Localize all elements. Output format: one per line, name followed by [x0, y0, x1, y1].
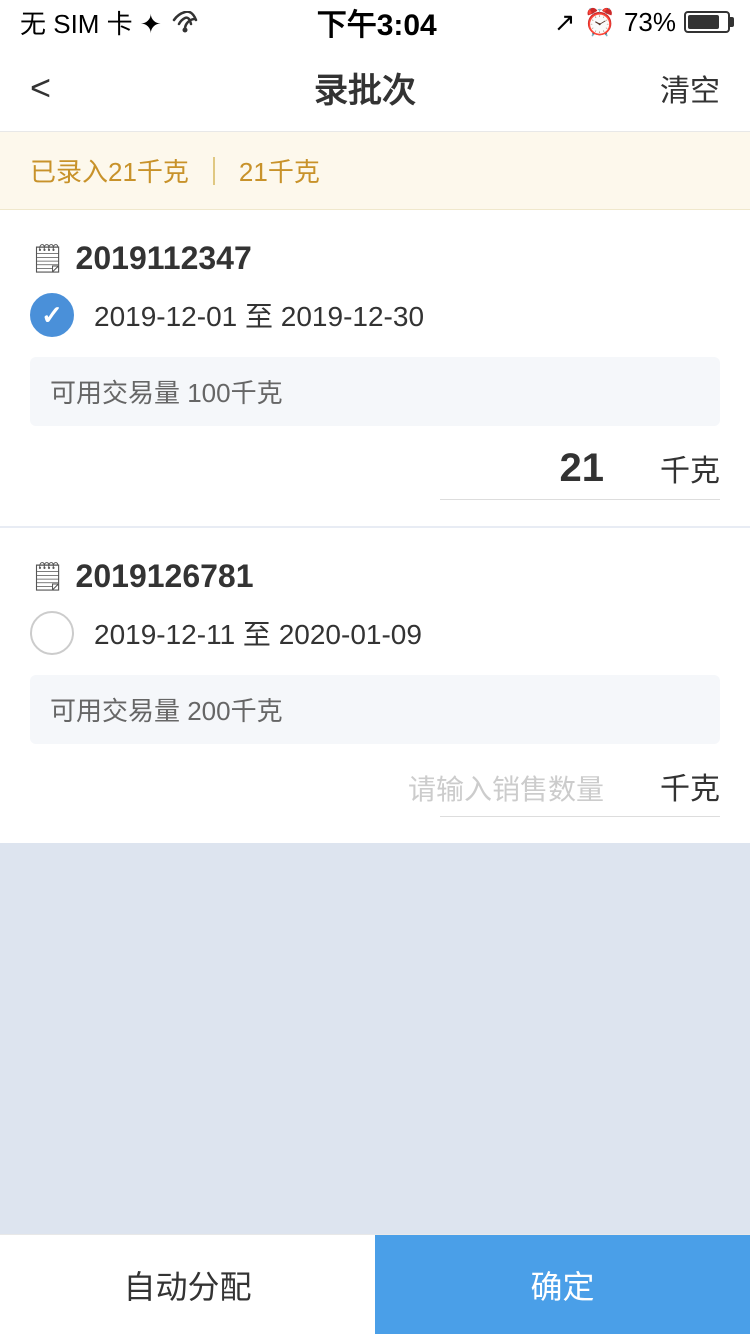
batch2-date: 2019-12-11 至 2020-01-09	[94, 613, 422, 653]
batch1-date: 2019-12-01 至 2019-12-30	[94, 295, 424, 335]
batch1-date-row: 2019-12-01 至 2019-12-30	[30, 293, 720, 337]
batch-item-2: 🗒 2019126781 2019-12-11 至 2020-01-09 可用交…	[0, 528, 750, 843]
battery-percent: 73%	[624, 7, 676, 38]
empty-area	[0, 843, 750, 1243]
info-banner: 已录入21千克 21千克	[0, 132, 750, 210]
back-button[interactable]: <	[30, 67, 90, 109]
status-bar: 无 SIM 卡 ✦ 下午3:04 ↗ ⏰ 73%	[0, 0, 750, 44]
confirm-button[interactable]: 确定	[375, 1235, 750, 1334]
batch2-date-row: 2019-12-11 至 2020-01-09	[30, 611, 720, 655]
battery-icon	[684, 11, 730, 33]
batch1-doc-icon: 🗒	[30, 242, 66, 275]
batch2-input-placeholder: 请输入销售数量	[408, 768, 604, 808]
batch1-unit: 千克	[660, 446, 720, 490]
batch2-underline	[440, 816, 720, 817]
batch2-unit: 千克	[660, 764, 720, 808]
batch1-id: 2019112347	[76, 240, 252, 277]
wifi-icon	[170, 11, 200, 33]
status-left: 无 SIM 卡 ✦	[20, 4, 200, 41]
batch2-radio[interactable]	[30, 611, 74, 655]
batch1-radio[interactable]	[30, 293, 74, 337]
recorded-amount: 已录入21千克	[30, 152, 189, 189]
batch1-header: 🗒 2019112347	[30, 240, 720, 277]
total-amount: 21千克	[239, 152, 320, 189]
batch2-header: 🗒 2019126781	[30, 558, 720, 595]
banner-divider	[213, 157, 215, 185]
clear-button[interactable]: 清空	[640, 66, 720, 110]
status-time: 下午3:04	[317, 0, 437, 44]
auto-distribute-button[interactable]: 自动分配	[0, 1235, 375, 1334]
clock-icon: ⏰	[584, 7, 616, 38]
batch2-doc-icon: 🗒	[30, 560, 66, 593]
page-title: 录批次	[314, 63, 416, 112]
nav-bar: < 录批次 清空	[0, 44, 750, 132]
bottom-bar: 自动分配 确定	[0, 1234, 750, 1334]
batch2-id: 2019126781	[76, 558, 254, 595]
batch1-underline	[440, 499, 720, 500]
batch2-available: 可用交易量 200千克	[30, 675, 720, 744]
batch-item-1: 🗒 2019112347 2019-12-01 至 2019-12-30 可用交…	[0, 210, 750, 526]
location-icon: ↗	[554, 7, 576, 38]
batch1-quantity: 21	[560, 446, 605, 491]
sim-label: 无 SIM 卡 ✦	[20, 4, 162, 41]
batch1-available: 可用交易量 100千克	[30, 357, 720, 426]
status-right: ↗ ⏰ 73%	[554, 7, 730, 38]
